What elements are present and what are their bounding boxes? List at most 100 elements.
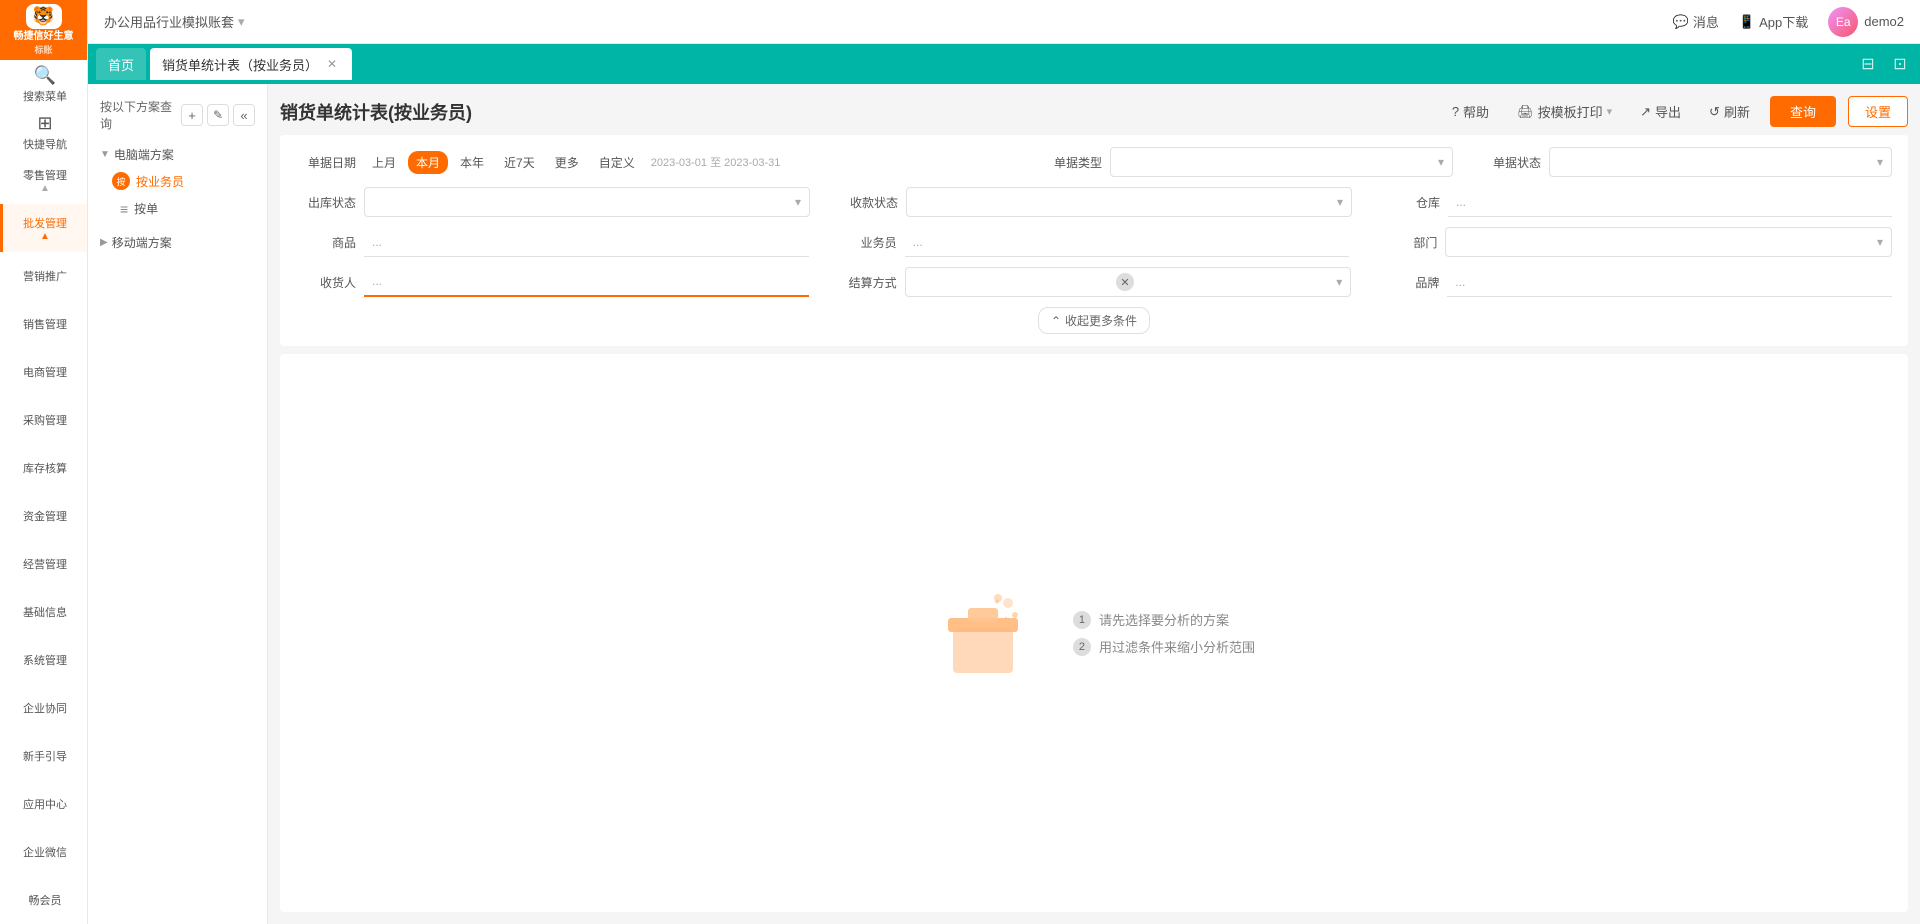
date-tab-more[interactable]: 更多 (547, 151, 587, 174)
sidebar-item-system[interactable]: 系统管理 (0, 636, 87, 684)
tab-bar-actions: ⊟ ⊡ (1856, 52, 1912, 76)
warehouse-input[interactable]: ... (1448, 187, 1892, 217)
export-btn[interactable]: ↗ 导出 (1632, 98, 1689, 125)
refresh-btn[interactable]: ↺ 刷新 (1701, 98, 1758, 125)
docstatus-select[interactable]: ▾ (1549, 147, 1892, 177)
sidebar-item-marketing[interactable]: 营销推广 (0, 252, 87, 300)
receiver-input[interactable]: ... (364, 267, 809, 297)
user-avatar-btn[interactable]: Ea demo2 (1828, 7, 1904, 37)
sidebar-item-operations[interactable]: 经营管理 (0, 540, 87, 588)
avatar: Ea (1828, 7, 1858, 37)
order-icon: ≡ (120, 201, 128, 217)
sidebar-item-enterprise[interactable]: 企业协同 (0, 684, 87, 732)
sidebar-item-newbie[interactable]: 新手引导 (0, 732, 87, 780)
sidebar-item-wholesale[interactable]: 批发管理 ▲ (0, 204, 87, 252)
sidebar-item-retail[interactable]: 零售管理 ▲ (0, 156, 87, 204)
dept-select[interactable]: ▾ (1445, 227, 1892, 257)
empty-hints: 1 请先选择要分析的方案 2 用过滤条件来缩小分析范围 (1073, 610, 1255, 656)
help-btn[interactable]: ? 帮助 (1444, 98, 1497, 125)
scheme-group-mobile: ▶ 移动端方案 (88, 226, 267, 259)
logo-sublabel: 标账 (34, 43, 52, 56)
chevron-down-icon: ▼ (100, 149, 110, 160)
sidebar-item-finance[interactable]: 资金管理 (0, 492, 87, 540)
scheme-item-order[interactable]: ≡ 按单 (88, 195, 267, 222)
goods-label: 商品 (296, 234, 356, 251)
date-range: 2023-03-01 至 2023-03-31 (651, 154, 781, 170)
sidebar-item-search[interactable]: 🔍 搜索菜单 (0, 60, 87, 108)
tab-maximize-btn[interactable]: ⊡ (1888, 52, 1912, 76)
shortcut-icon: ⊞ (37, 113, 52, 134)
tab-close-btn[interactable]: ✕ (324, 56, 340, 72)
empty-hint-2: 2 用过滤条件来缩小分析范围 (1073, 637, 1255, 656)
sidebar-item-member[interactable]: 畅会员 (0, 876, 87, 924)
header-left: 办公用品行业模拟账套 ▾ (104, 12, 245, 31)
export-icon: ↗ (1640, 104, 1651, 120)
sidebar-item-sales[interactable]: 销售管理 (0, 300, 87, 348)
page-title-bar: 销货单统计表(按业务员) ? 帮助 🖨 按模板打印 ▾ ↗ 导出 (280, 96, 1908, 127)
salesman-input[interactable]: ... (905, 227, 1350, 257)
tab-home[interactable]: 首页 (96, 48, 146, 80)
template-print-btn[interactable]: 🖨 按模板打印 ▾ (1509, 98, 1620, 125)
left-panel-actions: + ✎ « (181, 104, 255, 126)
refresh-icon: ↺ (1709, 104, 1720, 120)
sidebar-item-ecommerce[interactable]: 电商管理 (0, 348, 87, 396)
filter-row-2: 出库状态 ▾ 收款状态 ▾ 仓库 ... (296, 187, 1892, 217)
sidebar-item-inventory[interactable]: 库存核算 (0, 444, 87, 492)
sidebar-item-basic[interactable]: 基础信息 (0, 588, 87, 636)
warehouse-label: 仓库 (1380, 194, 1440, 211)
left-panel: 按以下方案查询 + ✎ « ▼ 电脑端方案 按 按业务员 ≡ 按 (88, 84, 268, 924)
message-btn[interactable]: 💬 消息 (1673, 12, 1719, 31)
sidebar-item-wechat[interactable]: 企业微信 (0, 828, 87, 876)
filter-row-1: 单据日期 上月 本月 本年 近7天 更多 自定义 2023-03-01 至 20… (296, 147, 1892, 177)
svg-text:✦: ✦ (993, 597, 1001, 608)
sidebar-item-purchase[interactable]: 采购管理 (0, 396, 87, 444)
sidebar-item-appcenter[interactable]: 应用中心 (0, 780, 87, 828)
settle-arrow: ▾ (1336, 275, 1342, 289)
left-panel-header: 按以下方案查询 + ✎ « (88, 92, 267, 138)
tab-current[interactable]: 销货单统计表（按业务员） ✕ (150, 48, 352, 80)
top-header: 办公用品行业模拟账套 ▾ 💬 消息 📱 App下载 Ea demo2 (88, 0, 1920, 44)
date-tab-custom[interactable]: 自定义 (591, 151, 643, 174)
scheme-item-salesman[interactable]: 按 按业务员 (88, 167, 267, 195)
tab-bar: 首页 销货单统计表（按业务员） ✕ ⊟ ⊡ (88, 44, 1920, 84)
settle-clear-btn[interactable]: ✕ (1116, 273, 1134, 291)
query-btn[interactable]: 查询 (1770, 96, 1836, 127)
collapse-filters-btn[interactable]: ⌃ 收起更多条件 (1038, 307, 1150, 334)
date-label: 单据日期 (296, 154, 356, 171)
scheme-group-mobile-header[interactable]: ▶ 移动端方案 (88, 230, 267, 255)
goods-input[interactable]: ... (364, 227, 809, 257)
print-dropdown-arrow: ▾ (1607, 105, 1613, 118)
date-tab-thisyear[interactable]: 本年 (452, 151, 492, 174)
tab-minimize-btn[interactable]: ⊟ (1856, 52, 1880, 76)
account-name: 办公用品行业模拟账套 (104, 12, 234, 31)
collectstatus-label: 收款状态 (838, 194, 898, 211)
settle-select[interactable]: ✕ ▾ (905, 267, 1352, 297)
search-icon: 🔍 (34, 65, 56, 86)
empty-hint-1: 1 请先选择要分析的方案 (1073, 610, 1229, 629)
collectstatus-select[interactable]: ▾ (906, 187, 1352, 217)
edit-scheme-btn[interactable]: ✎ (207, 104, 229, 126)
content-area: 按以下方案查询 + ✎ « ▼ 电脑端方案 按 按业务员 ≡ 按 (88, 84, 1920, 924)
collapse-panel-btn[interactable]: « (233, 104, 255, 126)
sidebar-item-shortcut[interactable]: ⊞ 快捷导航 (0, 108, 87, 156)
dept-label: 部门 (1377, 234, 1437, 251)
filter-row-3: 商品 ... 业务员 ... 部门 ▾ (296, 227, 1892, 257)
doctype-select[interactable]: ▾ (1110, 147, 1453, 177)
empty-content: ✦ ✦ 1 请先选择要分析的方案 2 用过滤条件来缩小分析范围 (933, 583, 1255, 683)
account-selector[interactable]: 办公用品行业模拟账套 ▾ (104, 12, 245, 31)
outstatus-select[interactable]: ▾ (364, 187, 810, 217)
app-download-btn[interactable]: 📱 App下载 (1739, 12, 1808, 31)
date-tab-7days[interactable]: 近7天 (496, 151, 543, 174)
date-filter: 上月 本月 本年 近7天 更多 自定义 2023-03-01 至 2023-03… (364, 151, 1014, 174)
download-icon: 📱 (1739, 14, 1755, 30)
brand-input[interactable]: ... (1447, 267, 1892, 297)
settings-btn[interactable]: 设置 (1848, 96, 1908, 127)
doctype-label: 单据类型 (1042, 154, 1102, 171)
date-tab-lastmonth[interactable]: 上月 (364, 151, 404, 174)
receiver-label: 收货人 (296, 274, 356, 291)
date-tab-thismonth[interactable]: 本月 (408, 151, 448, 174)
main-area: 办公用品行业模拟账套 ▾ 💬 消息 📱 App下载 Ea demo2 首页 销货… (88, 0, 1920, 924)
hint-num-1: 1 (1073, 611, 1091, 629)
add-scheme-btn[interactable]: + (181, 104, 203, 126)
scheme-group-desktop-header[interactable]: ▼ 电脑端方案 (88, 142, 267, 167)
